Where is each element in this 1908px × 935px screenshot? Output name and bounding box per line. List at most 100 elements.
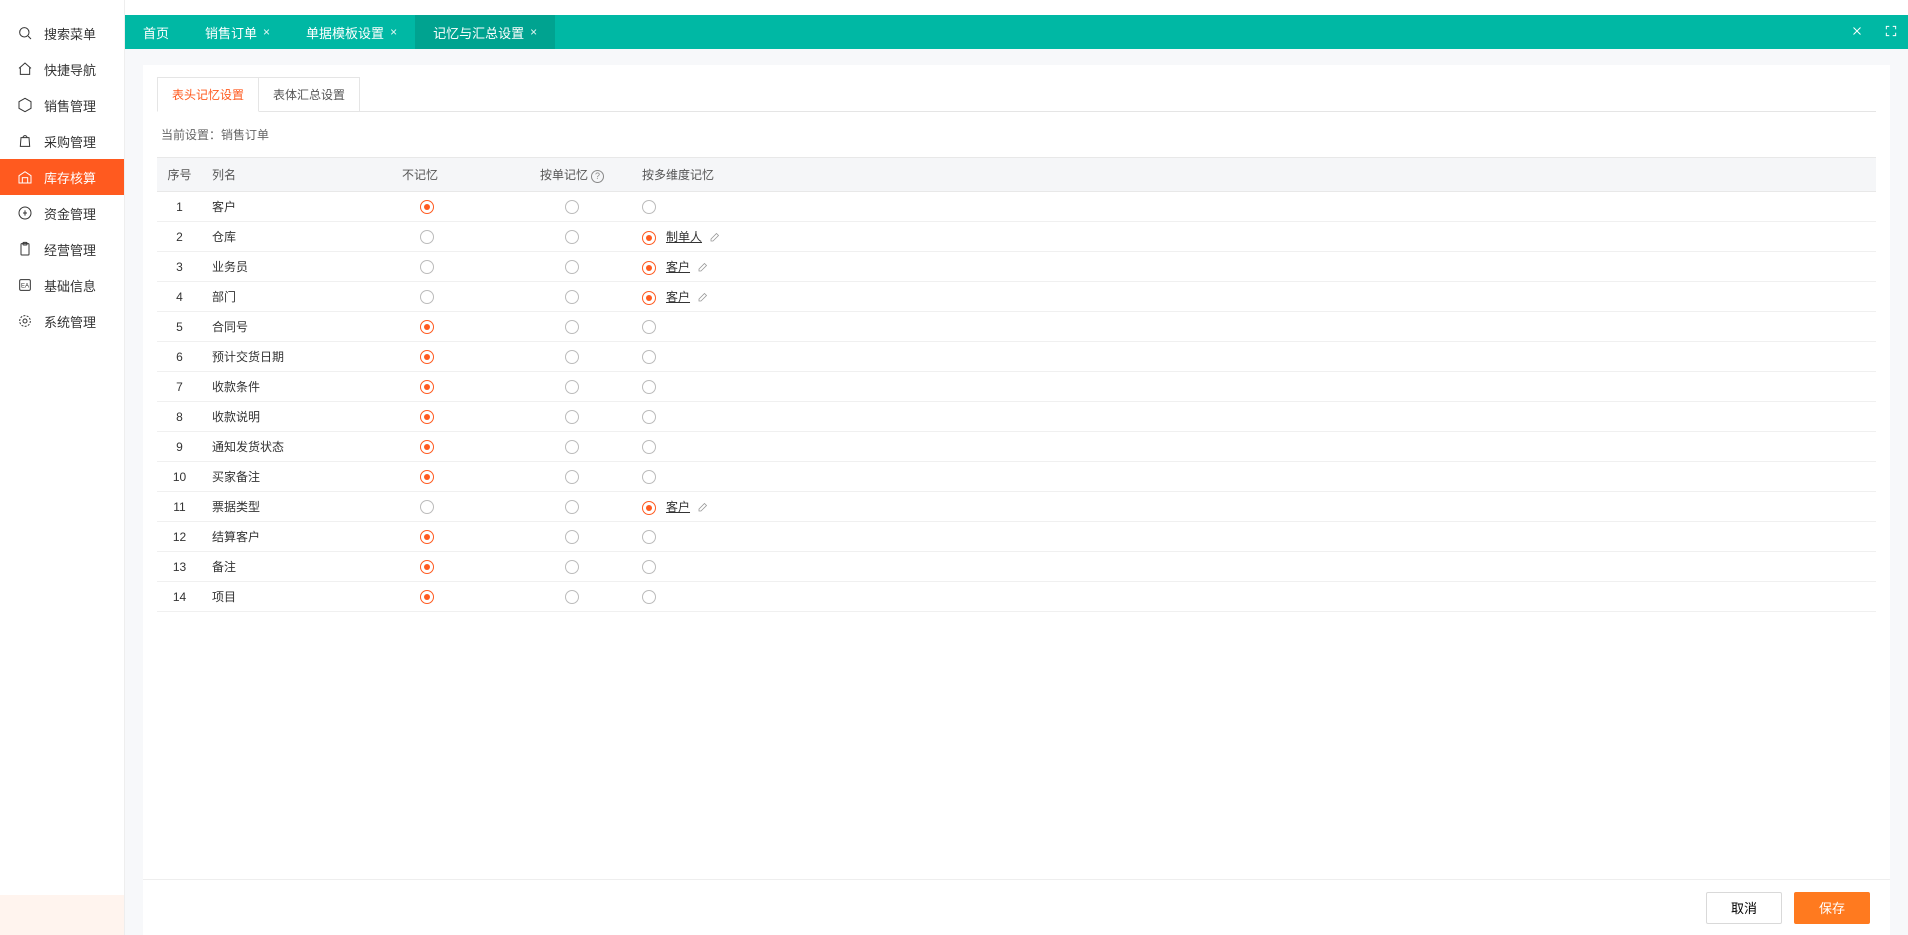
tab-3[interactable]: 记忆与汇总设置×: [415, 15, 555, 49]
row-field-name: 通知发货状态: [202, 432, 392, 462]
tab-close-icon[interactable]: ×: [263, 25, 270, 39]
edit-icon[interactable]: [708, 230, 720, 244]
radio-by-dim[interactable]: [642, 410, 656, 424]
radio-no-remember[interactable]: [420, 500, 434, 514]
gear-icon: [16, 312, 34, 330]
row-field-name: 仓库: [202, 222, 392, 252]
radio-no-remember[interactable]: [420, 410, 434, 424]
radio-by-order[interactable]: [565, 530, 579, 544]
sidebar-item-8[interactable]: 系统管理: [0, 303, 124, 339]
radio-by-order[interactable]: [565, 410, 579, 424]
save-button[interactable]: 保存: [1794, 892, 1870, 924]
radio-by-dim[interactable]: [642, 530, 656, 544]
radio-by-dim[interactable]: [642, 231, 656, 245]
radio-by-dim[interactable]: [642, 291, 656, 305]
settings-gear-button[interactable]: [0, 895, 62, 935]
fullscreen-button[interactable]: [1874, 15, 1908, 49]
edit-icon[interactable]: [696, 290, 708, 304]
tab-label: 首页: [143, 23, 169, 42]
sidebar-item-6[interactable]: 经营管理: [0, 231, 124, 267]
radio-by-dim[interactable]: [642, 200, 656, 214]
row-index: 13: [157, 552, 202, 582]
col-header-by-order: 按单记忆?: [512, 158, 632, 192]
sidebar-item-label: 搜索菜单: [44, 24, 96, 43]
tab-label: 销售订单: [205, 23, 257, 42]
sub-tab-1[interactable]: 表体汇总设置: [258, 77, 360, 112]
close-all-tabs-button[interactable]: [1840, 15, 1874, 49]
row-field-name: 买家备注: [202, 462, 392, 492]
col-header-no-remember: 不记忆: [392, 158, 512, 192]
help-icon[interactable]: ?: [591, 170, 604, 183]
table-row: 1客户: [157, 192, 1876, 222]
sidebar-item-label: 基础信息: [44, 276, 96, 295]
radio-no-remember[interactable]: [420, 590, 434, 604]
row-index: 7: [157, 372, 202, 402]
sidebar-item-label: 经营管理: [44, 240, 96, 259]
radio-by-dim[interactable]: [642, 440, 656, 454]
radio-no-remember[interactable]: [420, 260, 434, 274]
radio-no-remember[interactable]: [420, 200, 434, 214]
radio-by-order[interactable]: [565, 380, 579, 394]
dimension-label[interactable]: 客户: [666, 500, 690, 514]
radio-by-order[interactable]: [565, 440, 579, 454]
sidebar-item-0[interactable]: 搜索菜单: [0, 15, 124, 51]
radio-no-remember[interactable]: [420, 470, 434, 484]
radio-no-remember[interactable]: [420, 380, 434, 394]
radio-by-dim[interactable]: [642, 590, 656, 604]
row-index: 10: [157, 462, 202, 492]
tab-close-icon[interactable]: ×: [390, 25, 397, 39]
radio-by-order[interactable]: [565, 560, 579, 574]
radio-no-remember[interactable]: [420, 560, 434, 574]
sub-tab-0[interactable]: 表头记忆设置: [157, 77, 259, 112]
radio-by-order[interactable]: [565, 230, 579, 244]
row-index: 1: [157, 192, 202, 222]
radio-by-order[interactable]: [565, 470, 579, 484]
radio-by-dim[interactable]: [642, 350, 656, 364]
tab-0[interactable]: 首页: [125, 15, 187, 49]
table-row: 10买家备注: [157, 462, 1876, 492]
radio-by-dim[interactable]: [642, 501, 656, 515]
sidebar-item-5[interactable]: 资金管理: [0, 195, 124, 231]
sidebar-item-7[interactable]: EA基础信息: [0, 267, 124, 303]
radio-by-order[interactable]: [565, 320, 579, 334]
radio-by-order[interactable]: [565, 500, 579, 514]
radio-by-dim[interactable]: [642, 320, 656, 334]
radio-by-order[interactable]: [565, 350, 579, 364]
radio-no-remember[interactable]: [420, 530, 434, 544]
radio-by-dim[interactable]: [642, 380, 656, 394]
radio-by-dim[interactable]: [642, 261, 656, 275]
cancel-button[interactable]: 取消: [1706, 892, 1782, 924]
sidebar-item-label: 资金管理: [44, 204, 96, 223]
home-icon: [16, 60, 34, 78]
radio-no-remember[interactable]: [420, 440, 434, 454]
radio-by-order[interactable]: [565, 200, 579, 214]
radio-by-dim[interactable]: [642, 560, 656, 574]
sidebar-item-1[interactable]: 快捷导航: [0, 51, 124, 87]
sidebar-item-3[interactable]: 采购管理: [0, 123, 124, 159]
dimension-label[interactable]: 制单人: [666, 230, 702, 244]
radio-by-order[interactable]: [565, 260, 579, 274]
edit-icon[interactable]: [696, 500, 708, 514]
coin-icon: [16, 204, 34, 222]
dimension-label[interactable]: 客户: [666, 260, 690, 274]
row-field-name: 备注: [202, 552, 392, 582]
sidebar-item-4[interactable]: 库存核算: [0, 159, 124, 195]
table-row: 8收款说明: [157, 402, 1876, 432]
dimension-label[interactable]: 客户: [666, 290, 690, 304]
radio-by-dim[interactable]: [642, 470, 656, 484]
row-field-name: 部门: [202, 282, 392, 312]
tab-2[interactable]: 单据模板设置×: [288, 15, 415, 49]
radio-no-remember[interactable]: [420, 290, 434, 304]
radio-by-order[interactable]: [565, 290, 579, 304]
collapse-sidebar-button[interactable]: [62, 895, 124, 935]
sidebar-item-label: 库存核算: [44, 168, 96, 187]
radio-no-remember[interactable]: [420, 230, 434, 244]
radio-no-remember[interactable]: [420, 320, 434, 334]
tab-close-icon[interactable]: ×: [530, 25, 537, 39]
radio-by-order[interactable]: [565, 590, 579, 604]
row-index: 8: [157, 402, 202, 432]
edit-icon[interactable]: [696, 260, 708, 274]
radio-no-remember[interactable]: [420, 350, 434, 364]
tab-1[interactable]: 销售订单 ×: [187, 15, 288, 49]
sidebar-item-2[interactable]: 销售管理: [0, 87, 124, 123]
